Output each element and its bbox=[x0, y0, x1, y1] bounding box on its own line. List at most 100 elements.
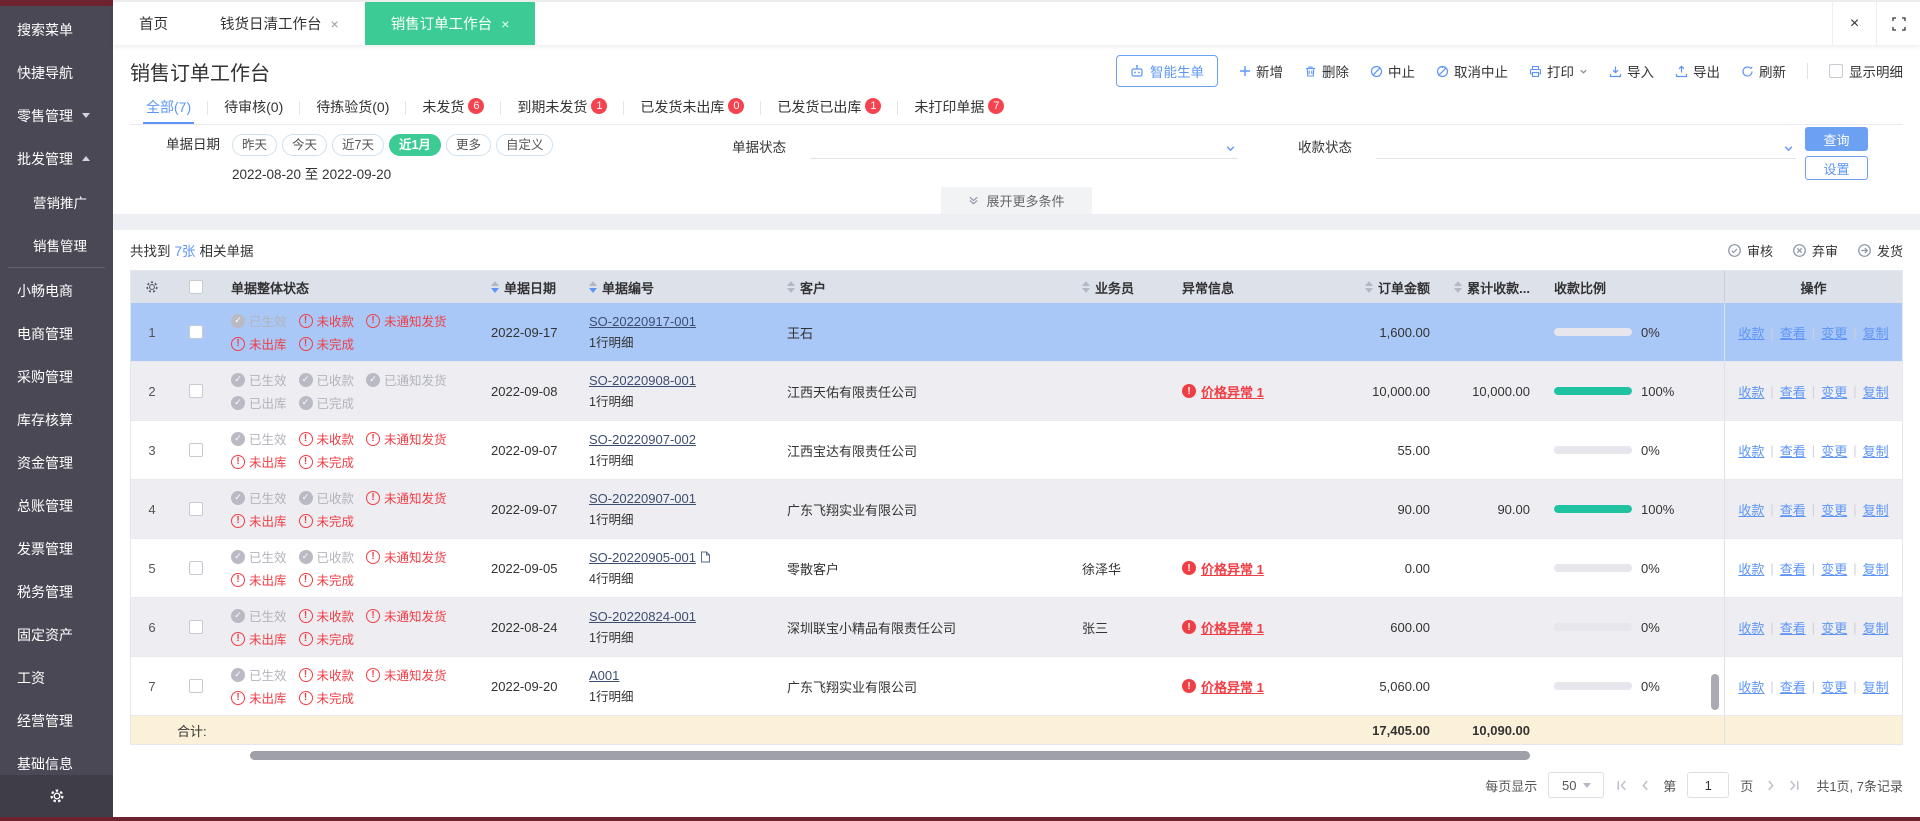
header-col-3[interactable]: 单据日期 bbox=[491, 271, 589, 303]
op-view-link[interactable]: 查看 bbox=[1780, 500, 1806, 519]
date-quick-pill-3[interactable]: 近1月 bbox=[388, 134, 441, 156]
query-button[interactable]: 查询 bbox=[1805, 127, 1868, 151]
op-receive-payment-link[interactable]: 收款 bbox=[1738, 500, 1764, 519]
expand-more-button[interactable]: 展开更多条件 bbox=[941, 187, 1092, 214]
sidebar-item-sales-mgmt[interactable]: 销售管理 bbox=[0, 223, 113, 266]
print-button[interactable]: 打印 bbox=[1529, 61, 1588, 81]
table-row[interactable]: 6 ✓ 已生效 ! 未收款 ! 未通知发货 ! 未出库 ! 未完成 2022-08-24 SO-2022… bbox=[131, 598, 1902, 657]
op-receive-payment-link[interactable]: 收款 bbox=[1738, 559, 1764, 578]
date-quick-pill-2[interactable]: 近7天 bbox=[332, 134, 384, 156]
header-col-5[interactable]: 客户 bbox=[787, 271, 1082, 303]
exception-link[interactable]: 价格异常 1 bbox=[1201, 618, 1264, 637]
exception-link[interactable]: 价格异常 1 bbox=[1201, 677, 1264, 696]
first-page-icon[interactable] bbox=[1615, 779, 1628, 792]
prev-page-icon[interactable] bbox=[1639, 779, 1652, 792]
next-page-icon[interactable] bbox=[1764, 779, 1777, 792]
sidebar-item-wholesale-mgmt[interactable]: 批发管理 bbox=[0, 137, 113, 180]
filter-tab-1[interactable]: 待审核(0) bbox=[221, 91, 286, 124]
op-receive-payment-link[interactable]: 收款 bbox=[1738, 677, 1764, 696]
tab-home[interactable]: 首页 bbox=[113, 2, 194, 45]
page-input[interactable]: 1 bbox=[1687, 772, 1730, 798]
op-receive-payment-link[interactable]: 收款 bbox=[1738, 441, 1764, 460]
fullscreen-icon[interactable] bbox=[1876, 2, 1920, 45]
op-change-link[interactable]: 变更 bbox=[1821, 441, 1847, 460]
sidebar-item-fixed-assets[interactable]: 固定资产 bbox=[0, 613, 113, 656]
order-number-link[interactable]: A001 bbox=[589, 668, 633, 683]
row-checkbox[interactable] bbox=[189, 561, 203, 575]
last-page-icon[interactable] bbox=[1788, 779, 1801, 792]
order-number-link[interactable]: SO-20220905-001 bbox=[589, 550, 711, 565]
add-button[interactable]: 新增 bbox=[1239, 61, 1283, 81]
op-copy-link[interactable]: 复制 bbox=[1863, 559, 1889, 578]
horizontal-scrollbar-thumb[interactable] bbox=[250, 751, 1530, 760]
sidebar-item-invoice-mgmt[interactable]: 发票管理 bbox=[0, 527, 113, 570]
sidebar-item-payroll[interactable]: 工资 bbox=[0, 656, 113, 699]
header-col-6[interactable]: 业务员 bbox=[1082, 271, 1182, 303]
op-view-link[interactable]: 查看 bbox=[1780, 441, 1806, 460]
order-number-link[interactable]: SO-20220908-001 bbox=[589, 373, 696, 388]
sort-icon[interactable] bbox=[491, 281, 499, 293]
tab-sales-order-workbench[interactable]: 销售订单工作台 × bbox=[364, 2, 536, 45]
sidebar-item-funds-mgmt[interactable]: 资金管理 bbox=[0, 441, 113, 484]
op-receive-payment-link[interactable]: 收款 bbox=[1738, 323, 1764, 342]
filter-tab-6[interactable]: 已发货已出库 1 bbox=[774, 91, 884, 124]
settings-button[interactable]: 设置 bbox=[1805, 156, 1868, 180]
abort-button[interactable]: 中止 bbox=[1370, 61, 1415, 81]
header-col-8[interactable]: 订单金额 bbox=[1354, 271, 1446, 303]
batch-action-unaudit[interactable]: 弃审 bbox=[1792, 241, 1838, 260]
sort-icon[interactable] bbox=[589, 281, 597, 293]
op-change-link[interactable]: 变更 bbox=[1821, 559, 1847, 578]
op-change-link[interactable]: 变更 bbox=[1821, 500, 1847, 519]
sidebar-item-general-ledger[interactable]: 总账管理 bbox=[0, 484, 113, 527]
table-row[interactable]: 2 ✓ 已生效 ✓ 已收款 ✓ 已通知发货 ✓ 已出库 ✓ 已完成 2022-09-08 SO-2022… bbox=[131, 362, 1902, 421]
table-row[interactable]: 4 ✓ 已生效 ✓ 已收款 ! 未通知发货 ! 未出库 ! 未完成 2022-09-07 SO-2022… bbox=[131, 480, 1902, 539]
sidebar-item-tax-mgmt[interactable]: 税务管理 bbox=[0, 570, 113, 613]
refresh-button[interactable]: 刷新 bbox=[1741, 61, 1786, 81]
sidebar-item-marketing-promotion[interactable]: 营销推广 bbox=[0, 180, 113, 223]
smart-generate-button[interactable]: 智能生单 bbox=[1116, 55, 1218, 87]
op-view-link[interactable]: 查看 bbox=[1780, 382, 1806, 401]
filter-tab-3[interactable]: 未发货 6 bbox=[419, 91, 487, 124]
order-number-link[interactable]: SO-20220907-001 bbox=[589, 491, 696, 506]
date-quick-pill-1[interactable]: 今天 bbox=[282, 134, 328, 156]
op-view-link[interactable]: 查看 bbox=[1780, 677, 1806, 696]
row-checkbox[interactable] bbox=[189, 502, 203, 516]
sidebar-item-retail-mgmt[interactable]: 零售管理 bbox=[0, 94, 113, 137]
filter-tab-2[interactable]: 待拣验货(0) bbox=[313, 91, 392, 124]
filter-tab-7[interactable]: 未打印单据 7 bbox=[911, 91, 1007, 124]
close-tab-icon[interactable]: × bbox=[501, 16, 509, 32]
cancel-abort-button[interactable]: 取消中止 bbox=[1436, 61, 1508, 81]
date-quick-pill-5[interactable]: 自定义 bbox=[495, 134, 554, 156]
batch-action-audit[interactable]: 审核 bbox=[1727, 241, 1773, 260]
sort-icon[interactable] bbox=[1364, 281, 1373, 293]
table-row[interactable]: 3 ✓ 已生效 ! 未收款 ! 未通知发货 ! 未出库 ! 未完成 2022-09-07 SO-2022… bbox=[131, 421, 1902, 480]
op-copy-link[interactable]: 复制 bbox=[1863, 323, 1889, 342]
op-receive-payment-link[interactable]: 收款 bbox=[1738, 618, 1764, 637]
order-status-select[interactable] bbox=[810, 137, 1238, 159]
payment-status-select[interactable] bbox=[1376, 137, 1796, 159]
op-change-link[interactable]: 变更 bbox=[1821, 382, 1847, 401]
delete-button[interactable]: 删除 bbox=[1304, 61, 1349, 81]
exception-link[interactable]: 价格异常 1 bbox=[1201, 382, 1264, 401]
op-change-link[interactable]: 变更 bbox=[1821, 677, 1847, 696]
op-change-link[interactable]: 变更 bbox=[1821, 618, 1847, 637]
sidebar-item-quick-nav[interactable]: 快捷导航 bbox=[0, 51, 113, 94]
row-checkbox[interactable] bbox=[189, 384, 203, 398]
op-copy-link[interactable]: 复制 bbox=[1863, 618, 1889, 637]
op-copy-link[interactable]: 复制 bbox=[1863, 500, 1889, 519]
row-checkbox[interactable] bbox=[189, 679, 203, 693]
sidebar-item-xiaochang-ecommerce[interactable]: 小畅电商 bbox=[0, 269, 113, 312]
table-row[interactable]: 1 ✓ 已生效 ! 未收款 ! 未通知发货 ! 未出库 ! 未完成 2022-09-17 SO-2022… bbox=[131, 303, 1902, 362]
sort-icon[interactable] bbox=[787, 281, 795, 293]
sidebar-item-search-menu[interactable]: 搜索菜单 bbox=[0, 8, 113, 51]
close-tab-icon[interactable]: × bbox=[331, 16, 339, 32]
op-view-link[interactable]: 查看 bbox=[1780, 559, 1806, 578]
close-icon[interactable]: × bbox=[1832, 2, 1876, 45]
row-checkbox[interactable] bbox=[189, 325, 203, 339]
op-receive-payment-link[interactable]: 收款 bbox=[1738, 382, 1764, 401]
exception-link[interactable]: 价格异常 1 bbox=[1201, 559, 1264, 578]
sidebar-item-purchase-mgmt[interactable]: 采购管理 bbox=[0, 355, 113, 398]
export-button[interactable]: 导出 bbox=[1675, 61, 1720, 81]
sidebar-item-inventory-accounting[interactable]: 库存核算 bbox=[0, 398, 113, 441]
op-change-link[interactable]: 变更 bbox=[1821, 323, 1847, 342]
